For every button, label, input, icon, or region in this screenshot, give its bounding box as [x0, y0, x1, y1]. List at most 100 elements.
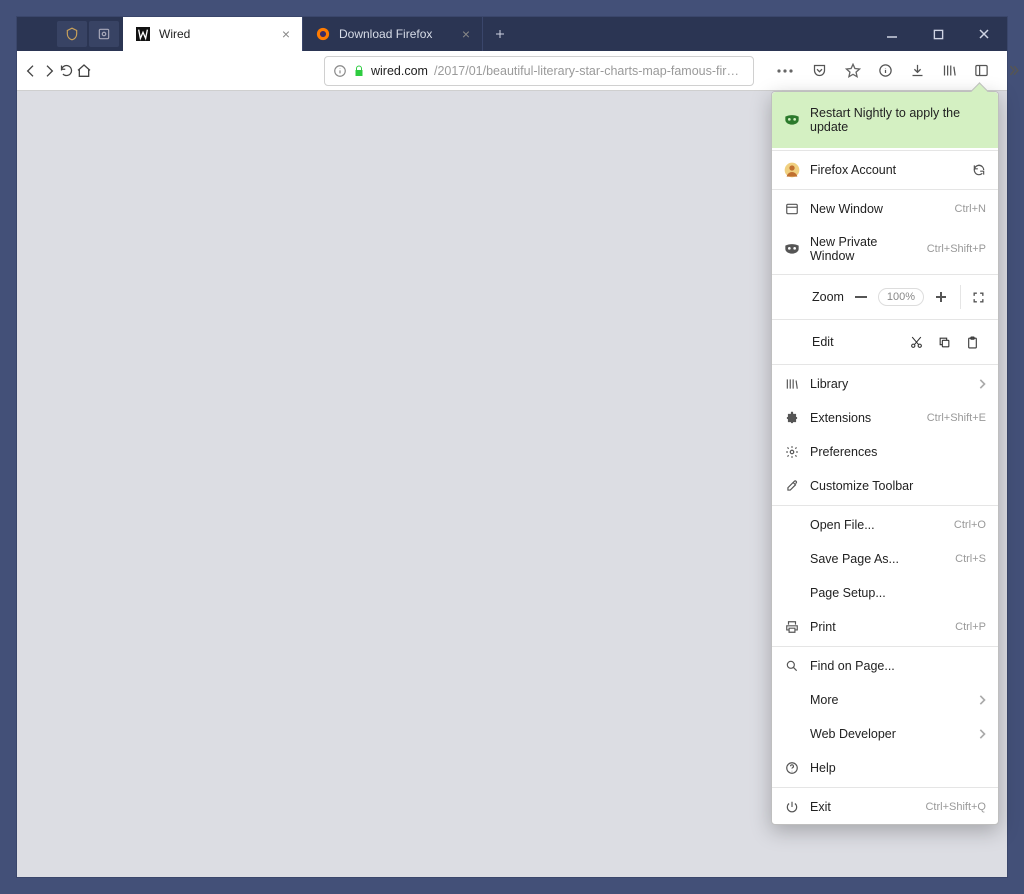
maximize-button[interactable] [915, 17, 961, 51]
menu-shortcut: Ctrl+S [955, 553, 986, 565]
menu-label: New Private Window [810, 235, 917, 263]
url-domain: wired.com [371, 64, 428, 78]
tab-strip: Wired × Download Firefox × [17, 17, 1007, 51]
menu-exit[interactable]: Exit Ctrl+Shift+Q [772, 790, 998, 824]
wired-favicon-icon [135, 26, 151, 42]
window-controls [869, 17, 1007, 51]
separator [772, 319, 998, 320]
menu-shortcut: Ctrl+Shift+P [927, 243, 986, 255]
menu-label: Customize Toolbar [810, 479, 986, 493]
menu-new-private-window[interactable]: New Private Window Ctrl+Shift+P [772, 226, 998, 272]
separator [772, 646, 998, 647]
back-button[interactable] [23, 56, 39, 86]
library-icon [784, 376, 800, 392]
menu-print[interactable]: Print Ctrl+P [772, 610, 998, 644]
menu-open-file[interactable]: Open File... Ctrl+O [772, 508, 998, 542]
power-icon [784, 799, 800, 815]
page-actions-button[interactable] [770, 56, 800, 86]
menu-extensions[interactable]: Extensions Ctrl+Shift+E [772, 401, 998, 435]
titlebar-icon-2[interactable] [89, 21, 119, 47]
separator [772, 274, 998, 275]
identity-icon[interactable] [870, 56, 900, 86]
new-tab-button[interactable] [483, 17, 517, 51]
navigation-toolbar: wired.com/2017/01/beautiful-literary-sta… [17, 51, 1007, 91]
menu-find-on-page[interactable]: Find on Page... [772, 649, 998, 683]
tab-inactive[interactable]: Download Firefox × [303, 17, 483, 51]
cut-button[interactable] [902, 330, 930, 354]
printer-icon [784, 619, 800, 635]
menu-save-page-as[interactable]: Save Page As... Ctrl+S [772, 542, 998, 576]
separator [772, 150, 998, 151]
menu-shortcut: Ctrl+P [955, 621, 986, 633]
chevron-right-icon [978, 379, 986, 389]
menu-library[interactable]: Library [772, 367, 998, 401]
tab-active[interactable]: Wired × [123, 17, 303, 51]
chevron-right-icon [978, 695, 986, 705]
menu-label: More [810, 693, 968, 707]
titlebar-icons [57, 17, 121, 51]
menu-edit-row: Edit [772, 322, 998, 362]
menu-label: Library [810, 377, 968, 391]
menu-label: Preferences [810, 445, 986, 459]
zoom-out-button[interactable] [848, 285, 874, 309]
fullscreen-button[interactable] [960, 285, 986, 309]
close-window-button[interactable] [961, 17, 1007, 51]
app-menu: Restart Nightly to apply the update Fire… [771, 91, 999, 825]
bookmark-star-button[interactable] [838, 56, 868, 86]
minimize-button[interactable] [869, 17, 915, 51]
menu-label: Help [810, 761, 986, 775]
menu-web-developer[interactable]: Web Developer [772, 717, 998, 751]
separator [772, 189, 998, 190]
downloads-button[interactable] [902, 56, 932, 86]
menu-preferences[interactable]: Preferences [772, 435, 998, 469]
address-bar[interactable]: wired.com/2017/01/beautiful-literary-sta… [324, 56, 754, 86]
page-content: Restart Nightly to apply the update Fire… [17, 91, 1007, 877]
avatar-icon [784, 162, 800, 178]
menu-label: New Window [810, 202, 945, 216]
menu-page-setup[interactable]: Page Setup... [772, 576, 998, 610]
paste-button[interactable] [958, 330, 986, 354]
tab-close-icon[interactable]: × [282, 26, 290, 42]
home-button[interactable] [76, 56, 92, 86]
sync-icon[interactable] [972, 163, 986, 177]
overflow-button[interactable] [998, 56, 1024, 86]
menu-help[interactable]: Help [772, 751, 998, 785]
copy-button[interactable] [930, 330, 958, 354]
menu-label: Find on Page... [810, 659, 986, 673]
reload-button[interactable] [59, 56, 74, 86]
search-icon [784, 658, 800, 674]
tab-title: Wired [159, 27, 190, 41]
titlebar-icon-1[interactable] [57, 21, 87, 47]
edit-label: Edit [812, 335, 834, 349]
mask-icon [784, 241, 800, 257]
zoom-in-button[interactable] [928, 285, 954, 309]
gear-icon [784, 444, 800, 460]
menu-shortcut: Ctrl+Shift+E [927, 412, 986, 424]
info-icon[interactable] [333, 64, 347, 78]
menu-more[interactable]: More [772, 683, 998, 717]
sidebar-button[interactable] [966, 56, 996, 86]
browser-window: Wired × Download Firefox × wired.com/201… [16, 16, 1008, 878]
menu-zoom-row: Zoom 100% [772, 277, 998, 317]
menu-label: Print [810, 620, 945, 634]
separator [772, 364, 998, 365]
library-button[interactable] [934, 56, 964, 86]
page-actions [770, 56, 868, 86]
menu-shortcut: Ctrl+N [955, 203, 986, 215]
help-icon [784, 760, 800, 776]
pocket-button[interactable] [804, 56, 834, 86]
tab-close-icon[interactable]: × [462, 26, 470, 42]
menu-label: Extensions [810, 411, 917, 425]
mask-icon [784, 112, 800, 128]
firefox-favicon-icon [315, 26, 331, 42]
zoom-value[interactable]: 100% [878, 288, 924, 306]
menu-label: Firefox Account [810, 163, 986, 177]
menu-new-window[interactable]: New Window Ctrl+N [772, 192, 998, 226]
menu-customize-toolbar[interactable]: Customize Toolbar [772, 469, 998, 503]
menu-label: Save Page As... [810, 552, 945, 566]
menu-firefox-account[interactable]: Firefox Account [772, 153, 998, 187]
menu-restart-update[interactable]: Restart Nightly to apply the update [772, 92, 998, 148]
forward-button[interactable] [41, 56, 57, 86]
menu-label: Restart Nightly to apply the update [810, 106, 986, 134]
menu-label: Page Setup... [810, 586, 986, 600]
